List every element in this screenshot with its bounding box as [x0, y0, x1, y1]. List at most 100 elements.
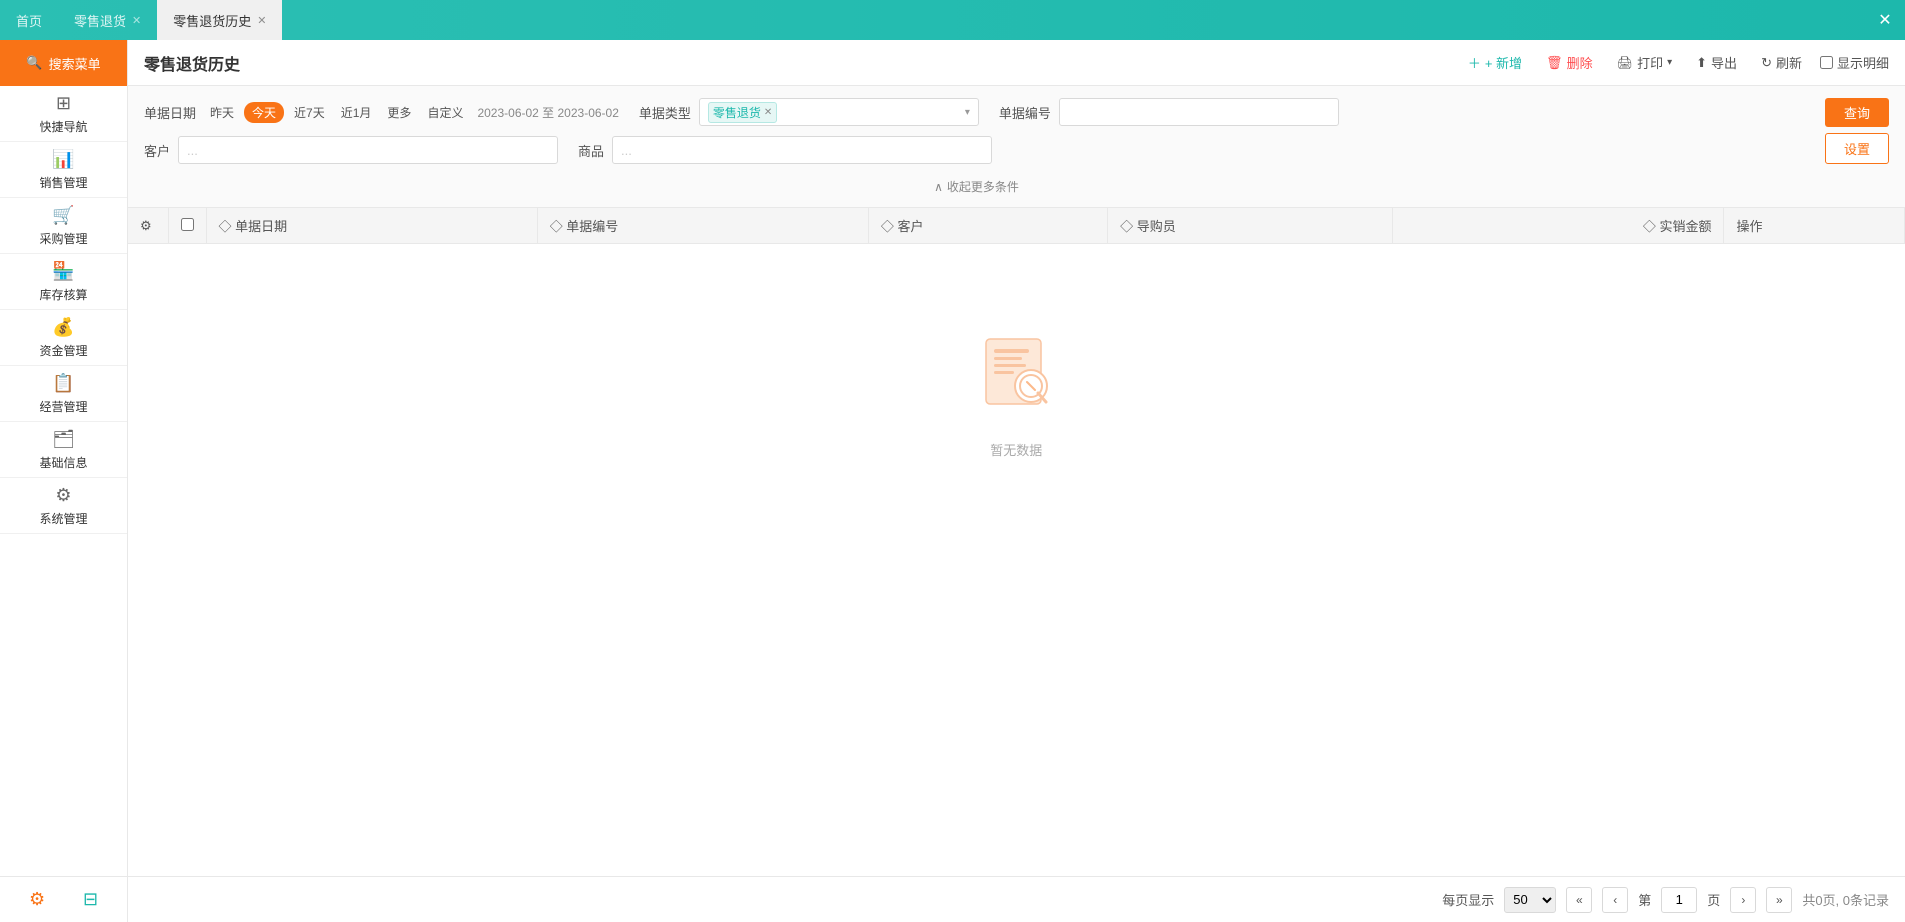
print-icon: 🖨 — [1617, 55, 1634, 71]
top-bar: 首页 零售退货 ✕ 零售退货历史 ✕ ✕ — [0, 0, 1905, 40]
page-title: 零售退货历史 — [144, 51, 240, 75]
customer-placeholder: ... — [187, 143, 198, 158]
per-page-label: 每页显示 — [1442, 890, 1494, 909]
col-date: ◇ 单据日期 — [206, 208, 537, 244]
sidebar-search-button[interactable]: 🔍 搜索菜单 — [0, 40, 127, 86]
export-button[interactable]: ⬆ 导出 — [1690, 49, 1743, 76]
sidebar-collapse-button[interactable]: ⊟ — [83, 889, 98, 910]
new-label: + 新增 — [1485, 53, 1522, 72]
date-filter-item: 单据日期 昨天 今天 近7天 近1月 更多 自定义 2023-06-02 至 2… — [144, 102, 619, 123]
sidebar-item-finance[interactable]: 💰 资金管理 — [0, 310, 127, 366]
filter-row-2: 客户 ... 商品 ... — [144, 136, 1809, 164]
goods-filter-label: 商品 — [578, 141, 604, 160]
sidebar: 🔍 搜索菜单 ⊞ 快捷导航 📊 销售管理 🛒 采购管理 🏪 库存核算 💰 — [0, 40, 128, 922]
col-date-label: ◇ 单据日期 — [219, 219, 288, 234]
page-suffix: 页 — [1707, 890, 1720, 909]
col-ops-label: 操作 — [1736, 219, 1762, 234]
type-filter-item: 单据类型 零售退货 ✕ ▾ — [639, 98, 979, 126]
last-page-button[interactable]: » — [1766, 887, 1792, 913]
sidebar-item-quick-nav-label: 快捷导航 — [39, 118, 87, 135]
empty-state: 暂无数据 — [128, 244, 1905, 539]
customer-filter-input[interactable]: ... — [178, 136, 558, 164]
tab-home-label: 首页 — [16, 11, 42, 30]
export-icon: ⬆ — [1696, 55, 1707, 71]
refresh-label: 刷新 — [1776, 53, 1802, 72]
prev-page-button[interactable]: ‹ — [1602, 887, 1628, 913]
date-btn-yesterday[interactable]: 昨天 — [204, 102, 240, 123]
goods-filter-input[interactable]: ... — [612, 136, 992, 164]
sales-icon: 📊 — [52, 149, 74, 170]
refresh-button[interactable]: ↻ 刷新 — [1755, 49, 1808, 76]
collapse-up-icon: ∧ — [934, 180, 943, 194]
empty-illustration — [966, 324, 1066, 424]
sidebar-settings-button[interactable]: ⚙ — [29, 889, 45, 910]
delete-icon: 🗑 — [1546, 55, 1563, 71]
main-layout: 🔍 搜索菜单 ⊞ 快捷导航 📊 销售管理 🛒 采购管理 🏪 库存核算 💰 — [0, 40, 1905, 922]
col-customer: ◇ 客户 — [868, 208, 1107, 244]
basic-info-icon: 🗂 — [52, 429, 75, 450]
number-filter-item: 单据编号 — [999, 98, 1339, 126]
new-button[interactable]: ＋ + 新增 — [1462, 49, 1528, 76]
tab-retail-return-close[interactable]: ✕ — [132, 14, 141, 27]
table-wrap: ⚙ ◇ 单据日期 ◇ 单据编号 ◇ 客户 — [128, 208, 1905, 876]
type-filter-select[interactable]: 零售退货 ✕ ▾ — [699, 98, 979, 126]
date-btn-custom[interactable]: 自定义 — [421, 102, 469, 123]
date-btn-7days[interactable]: 近7天 — [288, 102, 331, 123]
sidebar-item-quick-nav[interactable]: ⊞ 快捷导航 — [0, 86, 127, 142]
type-filter-tag: 零售退货 ✕ — [708, 102, 777, 123]
col-number: ◇ 单据编号 — [537, 208, 868, 244]
first-page-button[interactable]: « — [1566, 887, 1592, 913]
type-select-chevron-icon: ▾ — [965, 107, 970, 118]
window-close-button[interactable]: ✕ — [1865, 0, 1905, 40]
sidebar-item-inventory[interactable]: 🏪 库存核算 — [0, 254, 127, 310]
tab-retail-return-history-close[interactable]: ✕ — [257, 14, 266, 27]
goods-placeholder: ... — [621, 143, 632, 158]
sidebar-item-operations[interactable]: 📋 经营管理 — [0, 366, 127, 422]
filter-main: 单据日期 昨天 今天 近7天 近1月 更多 自定义 2023-06-02 至 2… — [144, 98, 1809, 203]
tab-retail-return-label: 零售退货 — [74, 11, 126, 30]
purchase-icon: 🛒 — [52, 205, 74, 226]
col-ops: 操作 — [1724, 208, 1905, 244]
collapse-button[interactable]: ∧ 收起更多条件 — [144, 174, 1809, 203]
per-page-select[interactable]: 50 10 20 100 — [1504, 887, 1556, 913]
col-check — [168, 208, 206, 244]
print-button[interactable]: 🖨 打印 ▾ — [1611, 49, 1679, 76]
select-all-checkbox[interactable] — [181, 218, 194, 231]
date-btn-today[interactable]: 今天 — [244, 102, 284, 123]
query-button[interactable]: 查询 — [1825, 98, 1889, 127]
sidebar-item-inventory-label: 库存核算 — [39, 286, 87, 303]
type-tag-label: 零售退货 — [713, 104, 761, 121]
tab-home[interactable]: 首页 — [0, 0, 58, 40]
delete-button[interactable]: 🗑 删除 — [1540, 49, 1599, 76]
page-label: 第 — [1638, 890, 1651, 909]
filter-area: 单据日期 昨天 今天 近7天 近1月 更多 自定义 2023-06-02 至 2… — [128, 86, 1905, 208]
show-detail-checkbox[interactable] — [1820, 56, 1833, 69]
page-number-input[interactable] — [1661, 887, 1697, 913]
tab-retail-return-history[interactable]: 零售退货历史 ✕ — [157, 0, 282, 40]
sidebar-item-sales[interactable]: 📊 销售管理 — [0, 142, 127, 198]
sidebar-item-basic-info[interactable]: 🗂 基础信息 — [0, 422, 127, 478]
sidebar-item-system[interactable]: ⚙ 系统管理 — [0, 478, 127, 534]
gear-icon[interactable]: ⚙ — [140, 218, 152, 233]
number-filter-input[interactable] — [1059, 98, 1339, 126]
sidebar-search-label: 搜索菜单 — [49, 54, 101, 73]
number-filter-label: 单据编号 — [999, 103, 1051, 122]
set-button[interactable]: 设置 — [1825, 133, 1889, 164]
sidebar-item-system-label: 系统管理 — [39, 510, 87, 527]
type-tag-close[interactable]: ✕ — [764, 107, 772, 118]
quick-nav-icon: ⊞ — [56, 93, 71, 114]
sidebar-item-operations-label: 经营管理 — [39, 398, 87, 415]
tab-bar: 首页 零售退货 ✕ 零售退货历史 ✕ — [0, 0, 1865, 40]
date-btn-more[interactable]: 更多 — [381, 102, 417, 123]
filter-row-1: 单据日期 昨天 今天 近7天 近1月 更多 自定义 2023-06-02 至 2… — [144, 98, 1809, 126]
filter-actions: 查询 设置 — [1825, 98, 1889, 164]
next-page-button[interactable]: › — [1730, 887, 1756, 913]
col-amount: ◇ 实销金额 — [1393, 208, 1724, 244]
date-btn-1month[interactable]: 近1月 — [335, 102, 378, 123]
sidebar-item-purchase[interactable]: 🛒 采购管理 — [0, 198, 127, 254]
sidebar-item-sales-label: 销售管理 — [39, 174, 87, 191]
sidebar-item-finance-label: 资金管理 — [39, 342, 87, 359]
system-icon: ⚙ — [55, 485, 71, 506]
delete-label: 删除 — [1567, 53, 1593, 72]
tab-retail-return[interactable]: 零售退货 ✕ — [58, 0, 157, 40]
